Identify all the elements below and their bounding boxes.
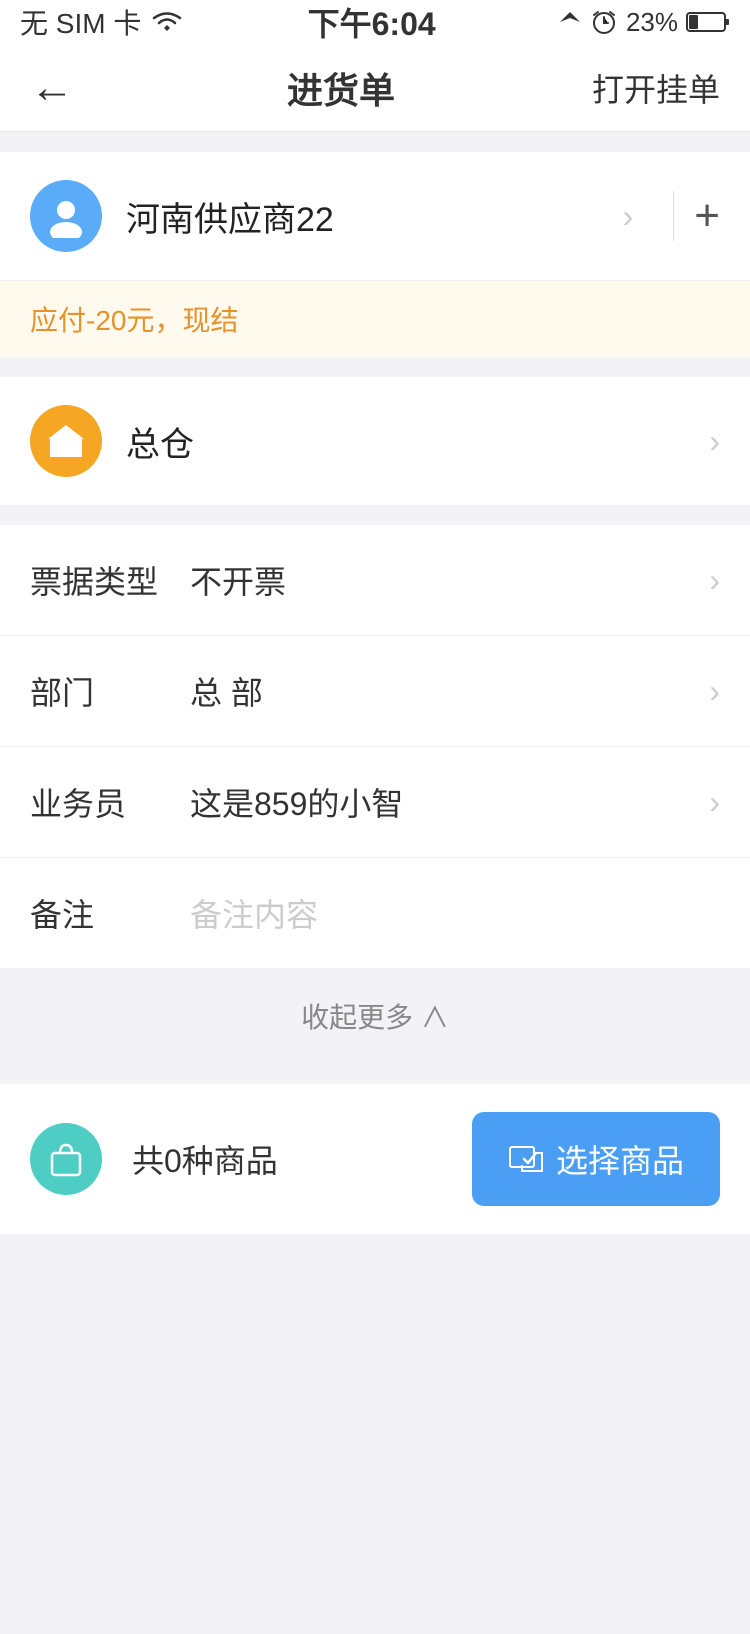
location-icon (558, 10, 582, 34)
dept-value: 总 部 (170, 668, 709, 714)
warehouse-name: 总仓 (126, 417, 709, 466)
staff-chevron-icon: › (709, 784, 720, 821)
product-count-label: 共0种商品 (132, 1136, 442, 1182)
select-product-button[interactable]: 选择商品 (472, 1112, 720, 1206)
invoice-label: 票据类型 (30, 557, 170, 603)
notice-row: 应付-20元，现结 (0, 281, 750, 357)
status-left: 无 SIM 卡 (20, 2, 185, 42)
page-background (0, 1234, 750, 1634)
staff-value: 这是859的小智 (170, 779, 709, 825)
dept-row[interactable]: 部门 总 部 › (0, 636, 750, 747)
top-divider (0, 132, 750, 152)
alarm-icon (590, 8, 618, 36)
dept-label: 部门 (30, 668, 170, 714)
cart-icon-circle (30, 1123, 102, 1195)
back-button[interactable]: ← (30, 63, 90, 113)
wifi-icon (149, 9, 185, 35)
carrier-label: 无 SIM 卡 (20, 2, 141, 42)
battery-label: 23% (626, 7, 678, 38)
warehouse-section: 总仓 › (0, 377, 750, 505)
notice-text: 应付-20元，现结 (30, 305, 238, 336)
shopping-bag-icon (44, 1139, 88, 1179)
page-title: 进货单 (287, 62, 395, 114)
warehouse-row[interactable]: 总仓 › (0, 377, 750, 505)
supplier-row[interactable]: 河南供应商22 › + (0, 152, 750, 281)
status-right: 23% (558, 7, 730, 38)
warehouse-icon (30, 405, 102, 477)
house-icon (46, 423, 86, 459)
dept-chevron-icon: › (709, 673, 720, 710)
staff-row[interactable]: 业务员 这是859的小智 › (0, 747, 750, 858)
bottom-section: 共0种商品 选择商品 (0, 1084, 750, 1234)
supplier-avatar (30, 180, 102, 252)
select-product-label: 选择商品 (556, 1136, 684, 1182)
staff-label: 业务员 (30, 779, 170, 825)
remark-input[interactable]: 备注内容 (170, 890, 720, 936)
remark-row[interactable]: 备注 备注内容 (0, 858, 750, 968)
add-supplier-button[interactable]: + (673, 191, 720, 241)
invoice-chevron-icon: › (709, 562, 720, 599)
status-time: 下午6:04 (308, 0, 436, 45)
form-section: 票据类型 不开票 › 部门 总 部 › 业务员 这是859的小智 › 备注 备注… (0, 525, 750, 968)
person-icon (44, 194, 88, 238)
open-pending-button[interactable]: 打开挂单 (592, 65, 720, 111)
supplier-chevron-icon: › (623, 198, 634, 235)
collapse-button[interactable]: 收起更多 ∧ (0, 968, 750, 1064)
supplier-section: 河南供应商22 › + 应付-20元，现结 (0, 152, 750, 357)
invoice-row[interactable]: 票据类型 不开票 › (0, 525, 750, 636)
warehouse-chevron-icon: › (709, 423, 720, 460)
mid-divider1 (0, 357, 750, 377)
remark-label: 备注 (30, 890, 170, 936)
invoice-value: 不开票 (170, 557, 709, 603)
supplier-name: 河南供应商22 (126, 192, 623, 241)
select-product-icon (508, 1143, 544, 1175)
battery-icon (686, 10, 730, 34)
status-bar: 无 SIM 卡 下午6:04 23% (0, 0, 750, 44)
nav-bar: ← 进货单 打开挂单 (0, 44, 750, 132)
